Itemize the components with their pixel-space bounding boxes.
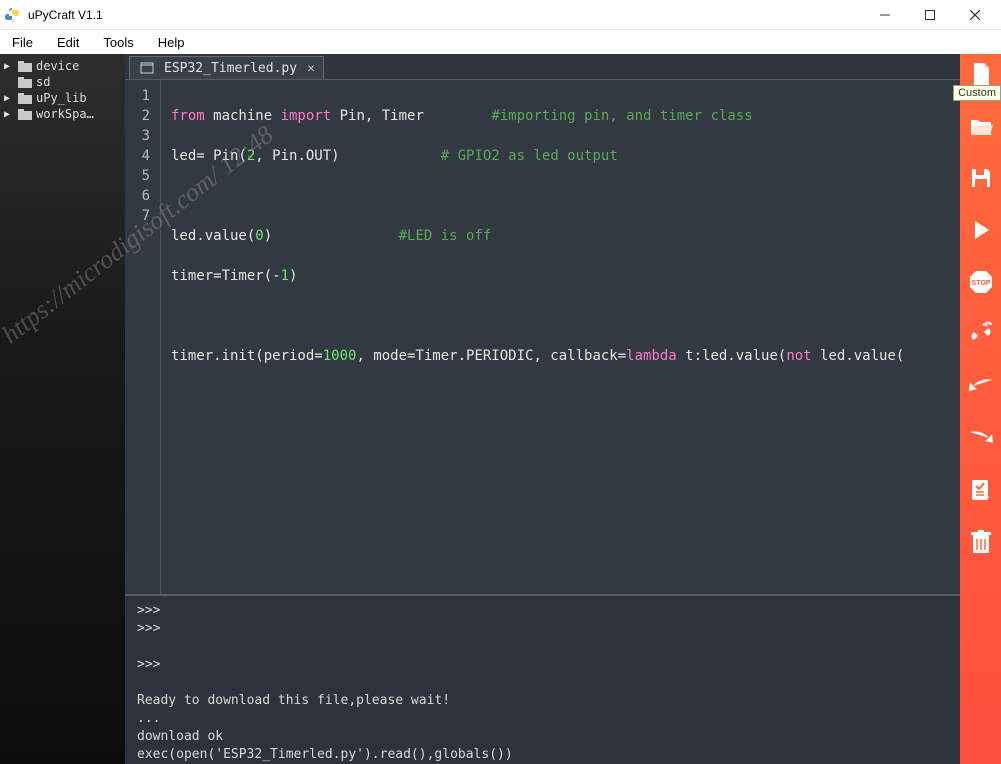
code-token: led= Pin( (171, 148, 247, 164)
code-token: ) (289, 268, 297, 284)
tree-item-sd[interactable]: sd (0, 74, 125, 90)
code-token: not (786, 348, 811, 364)
app-title: uPyCraft V1.1 (28, 8, 862, 22)
terminal-output[interactable]: >>> >>> >>> Ready to download this file,… (125, 594, 960, 764)
code-token: 1000 (323, 348, 357, 364)
line-number: 1 (125, 86, 150, 106)
code-token: machine (205, 108, 281, 124)
folder-icon (18, 77, 32, 88)
app-icon (4, 7, 20, 23)
tab-file[interactable]: ESP32_Timerled.py ✕ (129, 56, 324, 79)
tooltip: Custom (953, 85, 1001, 101)
code-token: lambda (626, 348, 677, 364)
chevron-right-icon: ▶ (4, 61, 14, 72)
chevron-right-icon: ▶ (4, 109, 14, 120)
maximize-button[interactable] (907, 0, 952, 29)
connect-button[interactable] (963, 316, 999, 352)
code-token: , Pin.OUT) (255, 148, 339, 164)
code-token: 0 (255, 228, 263, 244)
code-token: timer.init(period= (171, 348, 323, 364)
folder-icon (18, 93, 32, 104)
tree-item-upylib[interactable]: ▶ uPy_lib (0, 90, 125, 106)
open-file-button[interactable] (963, 108, 999, 144)
code-token: t:led.value( (677, 348, 787, 364)
menu-edit[interactable]: Edit (53, 33, 83, 52)
folder-icon (18, 109, 32, 120)
delete-button[interactable] (963, 524, 999, 560)
syntax-check-button[interactable] (963, 472, 999, 508)
line-number: 5 (125, 166, 150, 186)
tab-label: ESP32_Timerled.py (164, 61, 297, 76)
svg-text:STOP: STOP (971, 280, 990, 287)
code-token: # GPIO2 as led output (441, 148, 618, 164)
minimize-button[interactable] (862, 0, 907, 29)
file-tree-sidebar: ▶ device sd ▶ uPy_lib ▶ workSpa… (0, 54, 125, 764)
tree-item-device[interactable]: ▶ device (0, 58, 125, 74)
code-token: #importing pin, and timer class (491, 108, 752, 124)
code-token: led.value( (171, 228, 255, 244)
undo-button[interactable] (963, 368, 999, 404)
download-run-button[interactable] (963, 212, 999, 248)
code-token (424, 108, 491, 124)
tab-close-icon[interactable]: ✕ (305, 61, 317, 76)
code-token: , mode=Timer.PERIODIC, callback= (356, 348, 626, 364)
title-bar: uPyCraft V1.1 (0, 0, 1001, 30)
menu-tools[interactable]: Tools (99, 33, 137, 52)
menu-bar: File Edit Tools Help (0, 30, 1001, 54)
line-number: 2 (125, 106, 150, 126)
code-token: timer=Timer(- (171, 268, 281, 284)
line-number: 6 (125, 186, 150, 206)
code-token: ) (264, 228, 272, 244)
tree-item-label: sd (36, 75, 50, 89)
code-token: led.value( (812, 348, 905, 364)
line-number: 4 (125, 146, 150, 166)
code-content[interactable]: from machine import Pin, Timer #importin… (161, 80, 960, 594)
editor-area: ESP32_Timerled.py ✕ 1 2 3 4 5 6 7 from m… (125, 54, 960, 764)
right-toolbar: STOP (960, 54, 1001, 764)
line-number: 3 (125, 126, 150, 146)
tree-item-label: device (36, 59, 79, 73)
menu-file[interactable]: File (8, 33, 37, 52)
close-button[interactable] (952, 0, 997, 29)
save-button[interactable] (963, 160, 999, 196)
tree-item-label: workSpa… (36, 107, 94, 121)
tree-item-workspace[interactable]: ▶ workSpa… (0, 106, 125, 122)
code-editor[interactable]: 1 2 3 4 5 6 7 from machine import Pin, T… (125, 80, 960, 594)
code-token (340, 148, 441, 164)
code-token (272, 228, 398, 244)
stop-button[interactable]: STOP (963, 264, 999, 300)
tree-item-label: uPy_lib (36, 91, 87, 105)
menu-help[interactable]: Help (154, 33, 189, 52)
code-token: 1 (281, 268, 289, 284)
tab-bar: ESP32_Timerled.py ✕ (125, 54, 960, 80)
line-number: 7 (125, 206, 150, 226)
code-token: Pin, Timer (331, 108, 424, 124)
redo-button[interactable] (963, 420, 999, 456)
code-token: import (281, 108, 332, 124)
file-icon (140, 62, 154, 74)
line-gutter: 1 2 3 4 5 6 7 (125, 80, 161, 594)
code-token: #LED is off (399, 228, 492, 244)
chevron-right-icon: ▶ (4, 93, 14, 104)
folder-icon (18, 61, 32, 72)
code-token: from (171, 108, 205, 124)
